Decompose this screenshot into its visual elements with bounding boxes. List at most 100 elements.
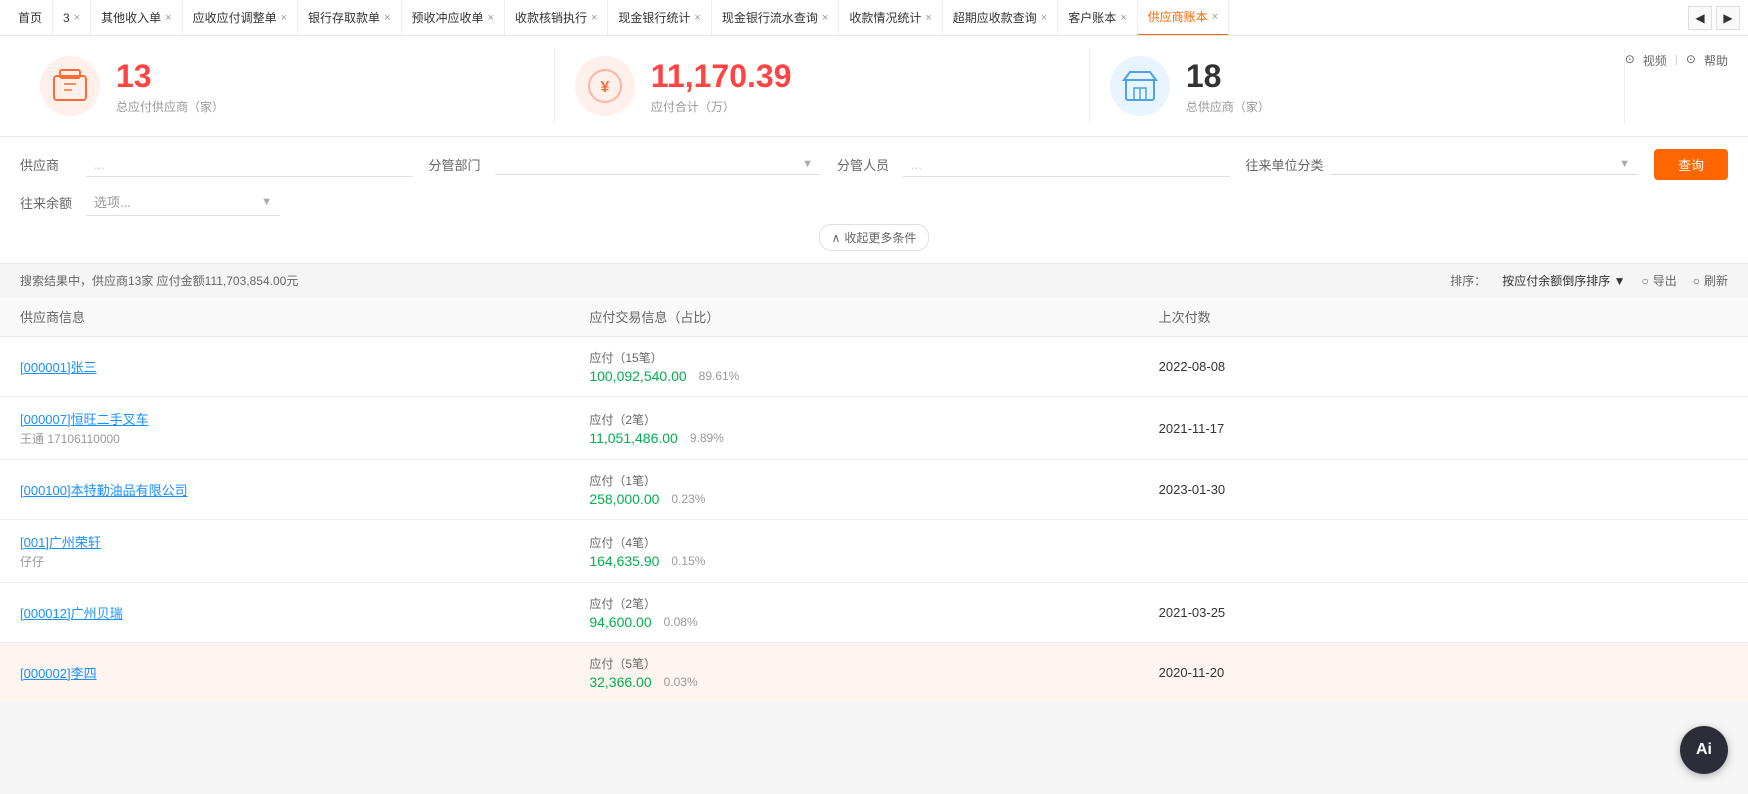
dept-filter-select[interactable]: ▼ (495, 154, 822, 175)
supplier-info-cell: [000007]恒旺二手叉车 王通 17106110000 (20, 409, 589, 447)
transaction-amount: 94,600.00 (589, 614, 651, 630)
transaction-cell: 应付（5笔） 32,366.00 0.03% (589, 655, 1158, 690)
collapse-button[interactable]: ∧ 收起更多条件 (819, 224, 930, 251)
transaction-label: 应付（2笔） (589, 595, 1158, 612)
transaction-label: 应付（5笔） (589, 655, 1158, 672)
results-summary: 搜索结果中，供应商13家 应付金额111,703,854.00元 (20, 272, 298, 289)
nav-next-button[interactable]: ▶ (1716, 6, 1740, 30)
supplier-link[interactable]: [000001]张三 (20, 357, 589, 376)
nav-tab-supplier-ledger-close[interactable]: × (1212, 11, 1218, 23)
transaction-cell: 应付（2笔） 94,600.00 0.08% (589, 595, 1158, 630)
nav-tab-advance[interactable]: 预收冲应收单 × (402, 0, 505, 36)
col-header-supplier: 供应商信息 (20, 307, 589, 326)
supplier-filter-input[interactable] (86, 153, 413, 177)
nav-tab-ar-adjustment[interactable]: 应收应付调整单 × (183, 0, 298, 36)
nav-tab-customer-ledger[interactable]: 客户账本 × (1058, 0, 1137, 36)
nav-tab-customer-ledger-close[interactable]: × (1120, 12, 1126, 24)
money-icon: ¥ (575, 56, 635, 116)
supplier-icon (40, 56, 100, 116)
nav-tab-ar-adjustment-close[interactable]: × (281, 12, 287, 24)
balance-filter-select[interactable]: 选项... ▼ (86, 188, 280, 216)
filter-row-1: 供应商 分管部门 ▼ 分管人员 往来单位分类 ▼ 查询 (20, 149, 1728, 180)
nav-tab-3[interactable]: 3 × (53, 0, 91, 36)
person-filter-label: 分管人员 (837, 155, 897, 174)
supplier-link[interactable]: [000100]本特勤油品有限公司 (20, 480, 589, 499)
nav-tab-collection-label: 收款核销执行 (515, 9, 587, 26)
nav-tab-collection[interactable]: 收款核销执行 × (505, 0, 608, 36)
supplier-filter-label: 供应商 (20, 155, 80, 174)
nav-tab-cash-bank-flow-close[interactable]: × (822, 12, 828, 24)
supplier-contact: 王通 17106110000 (20, 430, 589, 447)
transaction-label: 应付（15笔） (589, 349, 1158, 366)
svg-text:¥: ¥ (600, 79, 609, 96)
last-payment-date: 2021-11-17 (1159, 421, 1225, 436)
last-payment-cell: 2020-11-20 (1159, 665, 1728, 680)
nav-tab-supplier-ledger[interactable]: 供应商账本 × (1138, 0, 1229, 36)
supplier-link[interactable]: [000012]广州贝瑞 (20, 603, 589, 622)
table-row: [000100]本特勤油品有限公司 应付（1笔） 258,000.00 0.23… (0, 460, 1748, 520)
category-filter-select[interactable]: ▼ (1330, 154, 1638, 175)
nav-prev-button[interactable]: ◀ (1688, 6, 1712, 30)
video-link[interactable]: 视频 (1643, 52, 1667, 69)
transaction-cell: 应付（2笔） 11,051,486.00 9.89% (589, 411, 1158, 446)
sort-arrow-icon: ▼ (1614, 274, 1626, 288)
nav-tab-customer-ledger-label: 客户账本 (1068, 9, 1116, 26)
nav-tab-other-income[interactable]: 其他收入单 × (91, 0, 182, 36)
nav-tab-collection-close[interactable]: × (591, 12, 597, 24)
supplier-link[interactable]: [001]广州荣轩 (20, 532, 589, 551)
nav-tab-cash-bank-flow[interactable]: 现金银行流水查询 × (712, 0, 839, 36)
filter-person: 分管人员 (837, 153, 1230, 177)
nav-tab-advance-close[interactable]: × (488, 12, 494, 24)
separator: | (1675, 52, 1678, 66)
supplier-link[interactable]: [000002]李四 (20, 663, 589, 682)
supplier-link[interactable]: [000007]恒旺二手叉车 (20, 409, 589, 428)
nav-tab-bank-deposit-label: 银行存取款单 (308, 9, 380, 26)
export-label: 导出 (1653, 272, 1677, 289)
nav-tab-home[interactable]: 首页 (8, 0, 53, 36)
nav-tab-cash-bank-flow-label: 现金银行流水查询 (722, 9, 818, 26)
transaction-amount: 32,366.00 (589, 674, 651, 690)
refresh-label: 刷新 (1704, 272, 1728, 289)
table-row: [001]广州荣轩 仔仔 应付（4笔） 164,635.90 0.15% (0, 520, 1748, 583)
supplier-contact: 仔仔 (20, 553, 589, 570)
last-payment-cell: 2023-01-30 (1159, 482, 1728, 497)
top-right-links: ⊙ 视频 | ⊙ 帮助 (1625, 48, 1728, 124)
transaction-label: 应付（1笔） (589, 472, 1158, 489)
ap-suppliers-number: 13 (116, 57, 224, 95)
refresh-button[interactable]: ○ 刷新 (1693, 272, 1728, 289)
nav-tab-overdue-close[interactable]: × (1041, 12, 1047, 24)
nav-tab-collection-stats[interactable]: 收款情况统计 × (839, 0, 942, 36)
supplier-info-cell: [000001]张三 (20, 357, 589, 376)
person-filter-input[interactable] (903, 153, 1230, 177)
collapse-icon: ∧ (832, 231, 841, 245)
video-icon: ⊙ (1625, 52, 1635, 66)
query-button[interactable]: 查询 (1654, 149, 1728, 180)
nav-tab-other-income-label: 其他收入单 (101, 9, 161, 26)
nav-tab-3-close[interactable]: × (74, 12, 80, 24)
store-icon (1110, 56, 1170, 116)
col-header-last-payment: 上次付数 (1159, 307, 1728, 326)
transaction-label: 应付（4笔） (589, 534, 1158, 551)
summary-bar: 13 总应付供应商（家） ¥ 11,170.39 应付合计（万） 18 总 (0, 36, 1748, 137)
transaction-amount: 11,051,486.00 (589, 430, 678, 446)
transaction-label: 应付（2笔） (589, 411, 1158, 428)
nav-tab-collection-stats-close[interactable]: × (925, 12, 931, 24)
supplier-info-cell: [000100]本特勤油品有限公司 (20, 480, 589, 499)
sort-select[interactable]: 按应付余额倒序排序 ▼ (1502, 272, 1625, 289)
nav-tab-cash-bank-stats-close[interactable]: × (694, 12, 700, 24)
nav-tab-bank-deposit[interactable]: 银行存取款单 × (298, 0, 401, 36)
category-dropdown-arrow: ▼ (1619, 158, 1630, 170)
transaction-amount: 164,635.90 (589, 553, 659, 569)
summary-ap-suppliers-info: 13 总应付供应商（家） (116, 57, 224, 114)
nav-tab-cash-bank-stats[interactable]: 现金银行统计 × (608, 0, 711, 36)
help-link[interactable]: 帮助 (1704, 52, 1728, 69)
last-payment-date: 2020-11-20 (1159, 665, 1225, 680)
transaction-percent: 89.61% (699, 369, 740, 383)
nav-tab-overdue[interactable]: 超期应收款查询 × (943, 0, 1058, 36)
filter-section: 供应商 分管部门 ▼ 分管人员 往来单位分类 ▼ 查询 往来余额 选项 (0, 137, 1748, 264)
nav-tab-bank-deposit-close[interactable]: × (384, 12, 390, 24)
nav-tab-other-income-close[interactable]: × (165, 12, 171, 24)
supplier-info-cell: [001]广州荣轩 仔仔 (20, 532, 589, 570)
export-button[interactable]: ○ 导出 (1641, 272, 1676, 289)
ai-assistant-button[interactable]: Ai (1680, 726, 1728, 774)
